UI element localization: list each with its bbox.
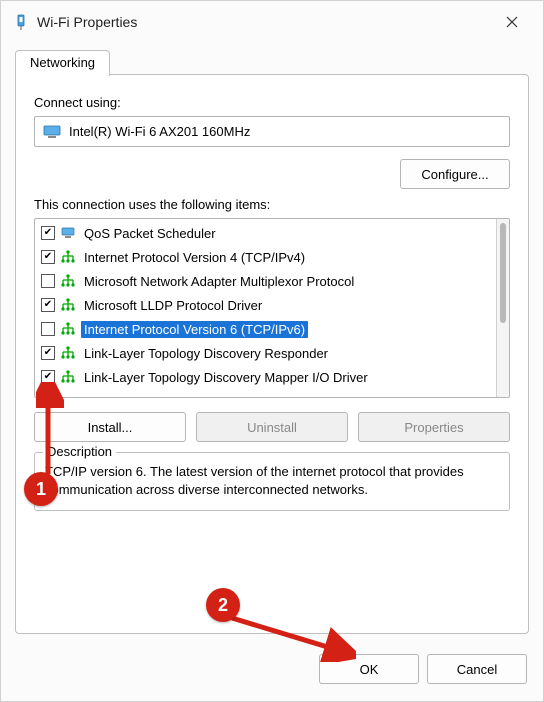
networking-panel: Connect using: Intel(R) Wi-Fi 6 AX201 16… [15,74,529,634]
wifi-properties-window: Wi-Fi Properties Networking Connect usin… [0,0,544,702]
description-text: TCP/IP version 6. The latest version of … [45,463,499,498]
item-checkbox[interactable] [41,250,55,264]
items-listbox[interactable]: QoS Packet Scheduler Internet Protocol Ve… [34,218,510,398]
network-component-icon [61,322,75,336]
cancel-button[interactable]: Cancel [427,654,527,684]
annotation-step-2: 2 [206,588,240,622]
list-item[interactable]: QoS Packet Scheduler [35,221,497,245]
tab-networking[interactable]: Networking [15,50,110,76]
properties-button: Properties [358,412,510,442]
item-checkbox[interactable] [41,346,55,360]
scroll-thumb[interactable] [500,223,506,323]
item-label: Microsoft Network Adapter Multiplexor Pr… [81,273,357,290]
item-checkbox[interactable] [41,226,55,240]
titlebar: Wi-Fi Properties [1,1,543,43]
list-item[interactable]: Microsoft LLDP Protocol Driver [35,293,497,317]
item-label: QoS Packet Scheduler [81,225,219,242]
annotation-arrow-1 [36,382,64,478]
configure-button[interactable]: Configure... [400,159,510,189]
network-component-icon [61,274,75,288]
description-group: Description TCP/IP version 6. The latest… [34,452,510,511]
list-item[interactable]: Internet Protocol Version 6 (TCP/IPv6) [35,317,497,341]
item-label: Link-Layer Topology Discovery Responder [81,345,331,362]
item-label: Internet Protocol Version 4 (TCP/IPv4) [81,249,308,266]
item-checkbox[interactable] [41,298,55,312]
network-component-icon [61,250,75,264]
network-component-icon [61,298,75,312]
adapter-box[interactable]: Intel(R) Wi-Fi 6 AX201 160MHz [34,116,510,147]
connect-using-label: Connect using: [34,95,510,110]
scrollbar[interactable] [496,219,509,397]
close-button[interactable] [489,1,535,43]
list-item[interactable]: Microsoft Network Adapter Multiplexor Pr… [35,269,497,293]
adapter-icon [13,14,29,30]
list-item[interactable]: Link-Layer Topology Discovery Responder [35,341,497,365]
item-checkbox[interactable] [41,322,55,336]
item-checkbox[interactable] [41,274,55,288]
monitor-icon [43,125,61,139]
annotation-step-1: 1 [24,472,58,506]
list-item[interactable]: Link-Layer Topology Discovery Mapper I/O… [35,365,497,389]
monitor-icon [61,226,75,240]
uninstall-button: Uninstall [196,412,348,442]
network-component-icon [61,346,75,360]
items-label: This connection uses the following items… [34,197,510,212]
item-label: Internet Protocol Version 6 (TCP/IPv6) [81,321,308,338]
tab-label: Networking [30,55,95,70]
item-label: Microsoft LLDP Protocol Driver [81,297,265,314]
annotation-arrow-2 [226,612,356,662]
window-title: Wi-Fi Properties [37,14,489,30]
adapter-name: Intel(R) Wi-Fi 6 AX201 160MHz [69,124,250,139]
list-item[interactable]: Internet Protocol Version 4 (TCP/IPv4) [35,245,497,269]
item-label: Link-Layer Topology Discovery Mapper I/O… [81,369,371,386]
